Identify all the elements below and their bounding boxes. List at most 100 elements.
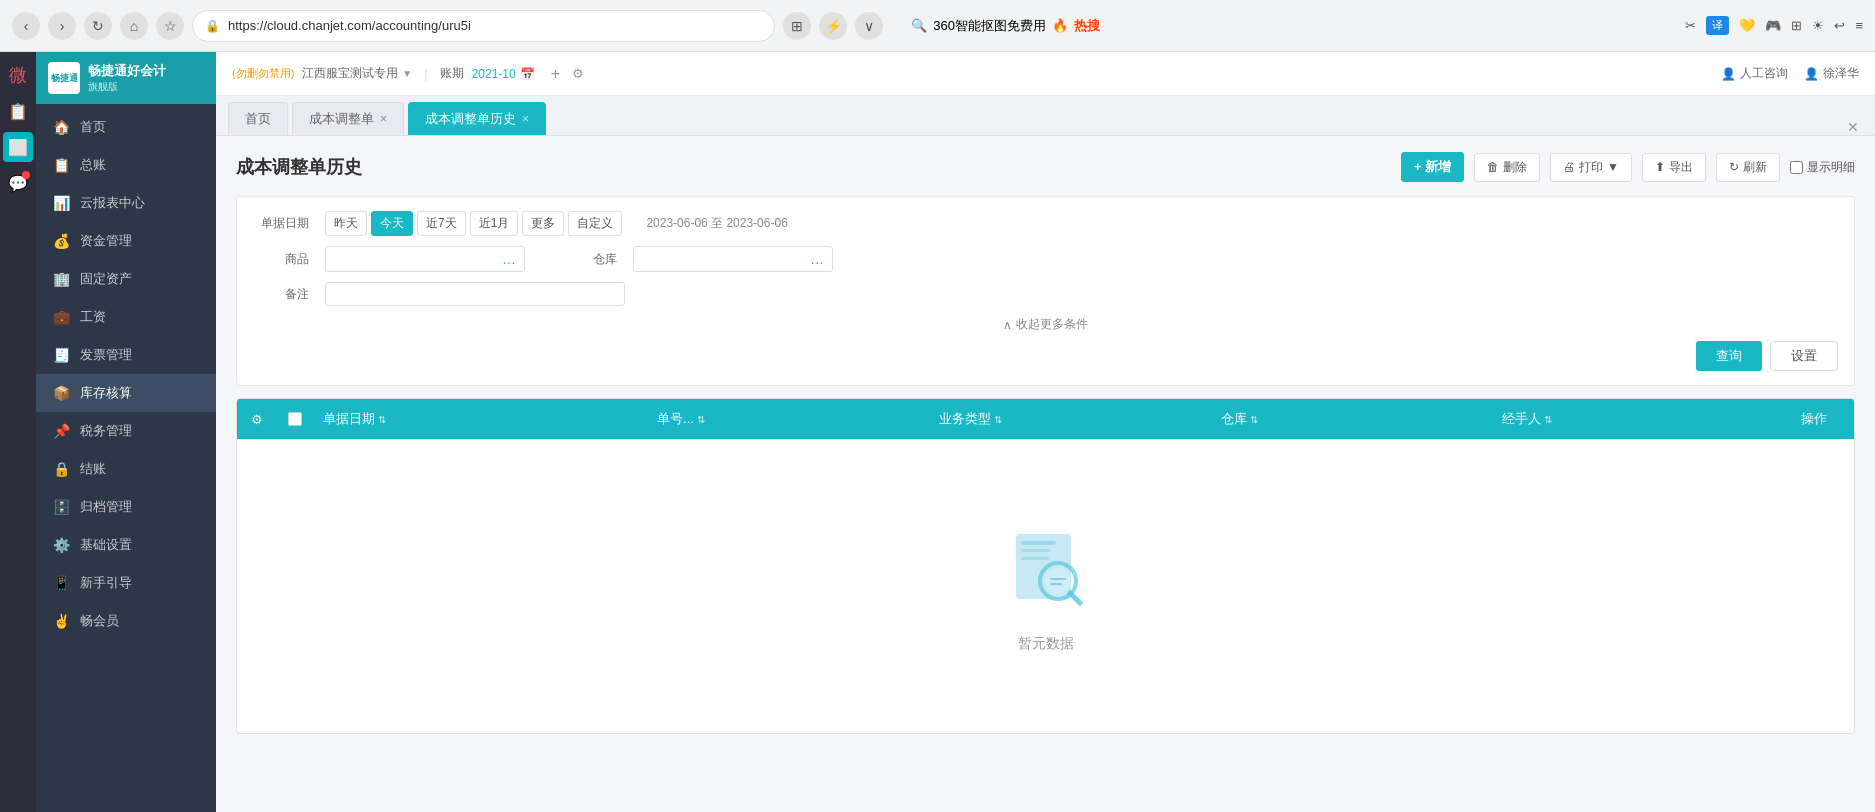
sidebar-item-guide[interactable]: 📱 新手引导 — [36, 564, 216, 602]
app-wrapper: 微 📋 ⬜ 💬 畅捷通 畅捷通好会计 旗舰版 🏠 首页 📋 总账 — [0, 52, 1875, 812]
filter-goods-warehouse-row: 商品 … 仓库 … — [253, 246, 1838, 272]
filter-note-row: 备注 — [253, 282, 1838, 306]
date-7days-btn[interactable]: 近7天 — [417, 211, 466, 236]
th-type-sort-icon[interactable]: ⇅ — [994, 414, 1002, 425]
sidebar-label-assets: 固定资产 — [80, 270, 132, 288]
select-all-checkbox[interactable] — [288, 412, 302, 426]
settings-tab-icon[interactable]: ⚙ — [572, 66, 584, 81]
print-dropdown-icon[interactable]: ▼ — [1607, 160, 1619, 174]
tab-area-close-btn[interactable]: ✕ — [1847, 119, 1875, 135]
bolt-button[interactable]: ⚡ — [819, 12, 847, 40]
print-icon: 🖨 — [1563, 160, 1575, 174]
date-today-btn[interactable]: 今天 — [371, 211, 413, 236]
left-icon-2[interactable]: 📋 — [3, 96, 33, 126]
company-selector[interactable]: (勿删勿禁用) 江西服宝测试专用 ▼ — [232, 65, 412, 82]
th-operator[interactable]: 经手人 ⇅ — [1492, 410, 1774, 428]
logo-icon: 畅捷通 — [48, 62, 80, 94]
sidebar-label-invoice: 发票管理 — [80, 346, 132, 364]
export-btn[interactable]: ⬆ 导出 — [1642, 153, 1706, 182]
sun-icon[interactable]: ☀ — [1812, 18, 1824, 33]
sidebar-item-member[interactable]: ✌ 畅会员 — [36, 602, 216, 640]
query-btn[interactable]: 查询 — [1696, 341, 1762, 371]
collapse-btn[interactable]: ∧ 收起更多条件 — [1003, 316, 1088, 333]
sidebar-item-invoice[interactable]: 🧾 发票管理 — [36, 336, 216, 374]
user-service-btn[interactable]: 👤 人工咨询 — [1721, 65, 1788, 82]
sidebar-item-report[interactable]: 📊 云报表中心 — [36, 184, 216, 222]
th-date[interactable]: 单据日期 ⇅ — [313, 410, 647, 428]
sidebar-item-assets[interactable]: 🏢 固定资产 — [36, 260, 216, 298]
goods-select-dots[interactable]: … — [502, 251, 516, 267]
grid-icon[interactable]: ⊞ — [1791, 18, 1802, 33]
left-icon-3[interactable]: ⬜ — [3, 132, 33, 162]
th-num[interactable]: 单号... ⇅ — [647, 410, 929, 428]
filter-date-row: 单据日期 昨天 今天 近7天 近1月 更多 自定义 2023-06-06 至 2… — [253, 211, 1838, 236]
date-custom-btn[interactable]: 自定义 — [568, 211, 622, 236]
th-type[interactable]: 业务类型 ⇅ — [929, 410, 1211, 428]
th-date-sort-icon[interactable]: ⇅ — [378, 414, 386, 425]
delete-icon: 🗑 — [1487, 160, 1499, 174]
print-btn[interactable]: 🖨 打印 ▼ — [1550, 153, 1632, 182]
home-button[interactable]: ⌂ — [120, 12, 148, 40]
display-toggle-checkbox[interactable] — [1790, 161, 1803, 174]
sidebar-item-salary[interactable]: 💼 工资 — [36, 298, 216, 336]
translate-icon[interactable]: 译 — [1706, 16, 1729, 35]
display-toggle[interactable]: 显示明细 — [1790, 159, 1855, 176]
left-icon-4[interactable]: 💬 — [3, 168, 33, 198]
new-btn[interactable]: + 新增 — [1401, 152, 1464, 182]
sidebar-item-home[interactable]: 🏠 首页 — [36, 108, 216, 146]
filter-btn-row: 查询 设置 — [253, 341, 1838, 371]
sidebar-item-tax[interactable]: 📌 税务管理 — [36, 412, 216, 450]
sidebar-item-inventory[interactable]: 📦 库存核算 — [36, 374, 216, 412]
tab-cost-adjust-history-close[interactable]: × — [522, 112, 529, 126]
delete-btn[interactable]: 🗑 删除 — [1474, 153, 1540, 182]
sidebar-item-settings[interactable]: ⚙️ 基础设置 — [36, 526, 216, 564]
undo-icon[interactable]: ↩ — [1834, 18, 1845, 33]
dropdown-button[interactable]: ∨ — [855, 12, 883, 40]
left-icon-bar: 微 📋 ⬜ 💬 — [0, 52, 36, 812]
th-warehouse[interactable]: 仓库 ⇅ — [1211, 410, 1493, 428]
th-warehouse-sort-icon[interactable]: ⇅ — [1250, 414, 1258, 425]
goods-select[interactable]: … — [325, 246, 525, 272]
th-settings[interactable]: ⚙ — [237, 412, 277, 427]
tab-cost-adjust[interactable]: 成本调整单 × — [292, 102, 404, 135]
date-1month-btn[interactable]: 近1月 — [470, 211, 519, 236]
coin-icon[interactable]: 💛 — [1739, 18, 1755, 33]
refresh-button[interactable]: ↻ — [84, 12, 112, 40]
date-yesterday-btn[interactable]: 昨天 — [325, 211, 367, 236]
scissors-icon[interactable]: ✂ — [1685, 18, 1696, 33]
menu-icon[interactable]: ≡ — [1855, 18, 1863, 33]
note-input[interactable] — [325, 282, 625, 306]
th-operator-sort-icon[interactable]: ⇅ — [1544, 414, 1552, 425]
sidebar-item-ledger[interactable]: 📋 总账 — [36, 146, 216, 184]
game-icon[interactable]: 🎮 — [1765, 18, 1781, 33]
tab-cost-adjust-close[interactable]: × — [380, 112, 387, 126]
settings-col-icon[interactable]: ⚙ — [251, 412, 263, 427]
date-more-btn[interactable]: 更多 — [522, 211, 564, 236]
left-icon-weibo[interactable]: 微 — [3, 60, 33, 90]
assets-icon: 🏢 — [52, 271, 70, 287]
back-button[interactable]: ‹ — [12, 12, 40, 40]
sidebar-item-finance[interactable]: 💰 资金管理 — [36, 222, 216, 260]
forward-button[interactable]: › — [48, 12, 76, 40]
bookmark-button[interactable]: ☆ — [156, 12, 184, 40]
filter-settings-btn[interactable]: 设置 — [1770, 341, 1838, 371]
calendar-icon[interactable]: 📅 — [520, 67, 535, 81]
svg-line-6 — [1070, 593, 1080, 603]
sidebar-item-close[interactable]: 🔒 结账 — [36, 450, 216, 488]
tab-cost-adjust-history[interactable]: 成本调整单历史 × — [408, 102, 546, 135]
address-bar[interactable]: 🔒 https://cloud.chanjet.com/accounting/u… — [192, 10, 775, 42]
th-checkbox[interactable] — [277, 412, 313, 426]
th-num-sort-icon[interactable]: ⇅ — [697, 414, 705, 425]
warehouse-select-dots[interactable]: … — [810, 251, 824, 267]
add-tab-btn[interactable]: + — [551, 65, 560, 83]
warehouse-select[interactable]: … — [633, 246, 833, 272]
user-name-btn[interactable]: 👤 徐泽华 — [1804, 65, 1859, 82]
company-warning-text: (勿删勿禁用) — [232, 66, 294, 81]
sidebar-label-ledger: 总账 — [80, 156, 106, 174]
date-filter-label: 单据日期 — [253, 215, 309, 232]
apps-button[interactable]: ⊞ — [783, 12, 811, 40]
sidebar-item-archive[interactable]: 🗄️ 归档管理 — [36, 488, 216, 526]
company-dropdown-icon[interactable]: ▼ — [402, 68, 412, 79]
tab-home[interactable]: 首页 — [228, 102, 288, 135]
refresh-btn[interactable]: ↻ 刷新 — [1716, 153, 1780, 182]
